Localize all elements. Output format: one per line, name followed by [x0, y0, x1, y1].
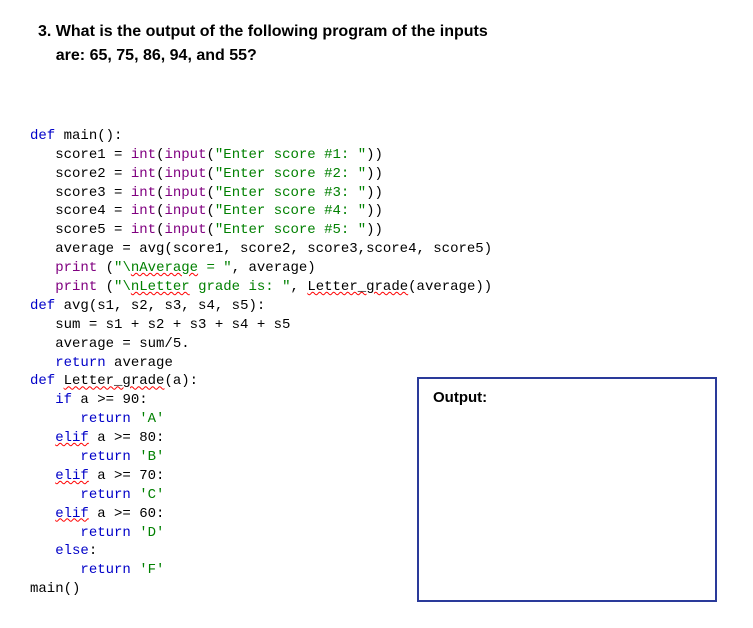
builtin-input: input [164, 147, 206, 163]
params-avg: (s1, s2, s3, s4, s5): [89, 298, 265, 314]
str3: "Enter score #3: " [215, 185, 366, 201]
kw-if: if [55, 392, 72, 408]
output-box: Output: [417, 377, 717, 602]
kw-elif: elif [55, 468, 89, 484]
kw-def: def [30, 298, 55, 314]
question-text: 3. What is the output of the following p… [30, 20, 723, 68]
sc3: score3 = [55, 185, 131, 201]
fn-main: main [64, 128, 98, 144]
open-paren: ( [97, 260, 114, 276]
question-line2: are: 65, 75, 86, 94, and 55? [56, 47, 257, 64]
c90: a >= 90: [72, 392, 148, 408]
builtin-input: input [164, 166, 206, 182]
close-avg: (average)) [408, 279, 492, 295]
grade-is: grade is: " [190, 279, 291, 295]
kw-return: return [80, 487, 130, 503]
kw-return: return [55, 355, 105, 371]
rF: 'F' [131, 562, 165, 578]
c60: a >= 60: [89, 506, 165, 522]
q2: "\ [114, 279, 131, 295]
sq-nletter: nLetter [131, 279, 190, 295]
avg-call: average = avg(score1, score2, score3,sco… [55, 241, 492, 257]
sc2: score2 = [55, 166, 131, 182]
param-a: (a): [164, 373, 198, 389]
builtin-int: int [131, 185, 156, 201]
comma-avg: , average) [232, 260, 316, 276]
sq-navg: nAverage [131, 260, 198, 276]
ret-avg: average [106, 355, 173, 371]
avg-eq: = " [198, 260, 232, 276]
sc4: score4 = [55, 203, 131, 219]
kw-def: def [30, 128, 55, 144]
colon: : [89, 543, 97, 559]
builtin-int: int [131, 166, 156, 182]
builtin-input: input [164, 203, 206, 219]
kw-return: return [80, 449, 130, 465]
kw-return: return [80, 562, 130, 578]
kw-elif: elif [55, 506, 89, 522]
str4: "Enter score #4: " [215, 203, 366, 219]
print: print [55, 260, 97, 276]
kw-elif: elif [55, 430, 89, 446]
avg-line: average = sum/5. [55, 336, 189, 352]
builtin-int: int [131, 203, 156, 219]
q1: "\ [114, 260, 131, 276]
str5: "Enter score #5: " [215, 222, 366, 238]
builtin-int: int [131, 222, 156, 238]
call-main: main() [30, 581, 80, 597]
rC: 'C' [131, 487, 165, 503]
builtin-int: int [131, 147, 156, 163]
output-label: Output: [433, 389, 487, 406]
c80: a >= 80: [89, 430, 165, 446]
question-number: 3. [38, 23, 51, 40]
sc5: score5 = [55, 222, 131, 238]
sq-lg: Letter_grade [307, 279, 408, 295]
builtin-input: input [164, 185, 206, 201]
open-paren: ( [97, 279, 114, 295]
str2: "Enter score #2: " [215, 166, 366, 182]
question-line1: What is the output of the following prog… [56, 23, 488, 40]
kw-def: def [30, 373, 55, 389]
rD: 'D' [131, 525, 165, 541]
c70: a >= 70: [89, 468, 165, 484]
sc1: score1 = [55, 147, 131, 163]
kw-return: return [80, 525, 130, 541]
sum-line: sum = s1 + s2 + s3 + s4 + s5 [55, 317, 290, 333]
print: print [55, 279, 97, 295]
rA: 'A' [131, 411, 165, 427]
str1: "Enter score #1: " [215, 147, 366, 163]
rB: 'B' [131, 449, 165, 465]
kw-else: else [55, 543, 89, 559]
builtin-input: input [164, 222, 206, 238]
fn-avg: avg [64, 298, 89, 314]
fn-letter: Letter_grade [64, 373, 165, 389]
kw-return: return [80, 411, 130, 427]
